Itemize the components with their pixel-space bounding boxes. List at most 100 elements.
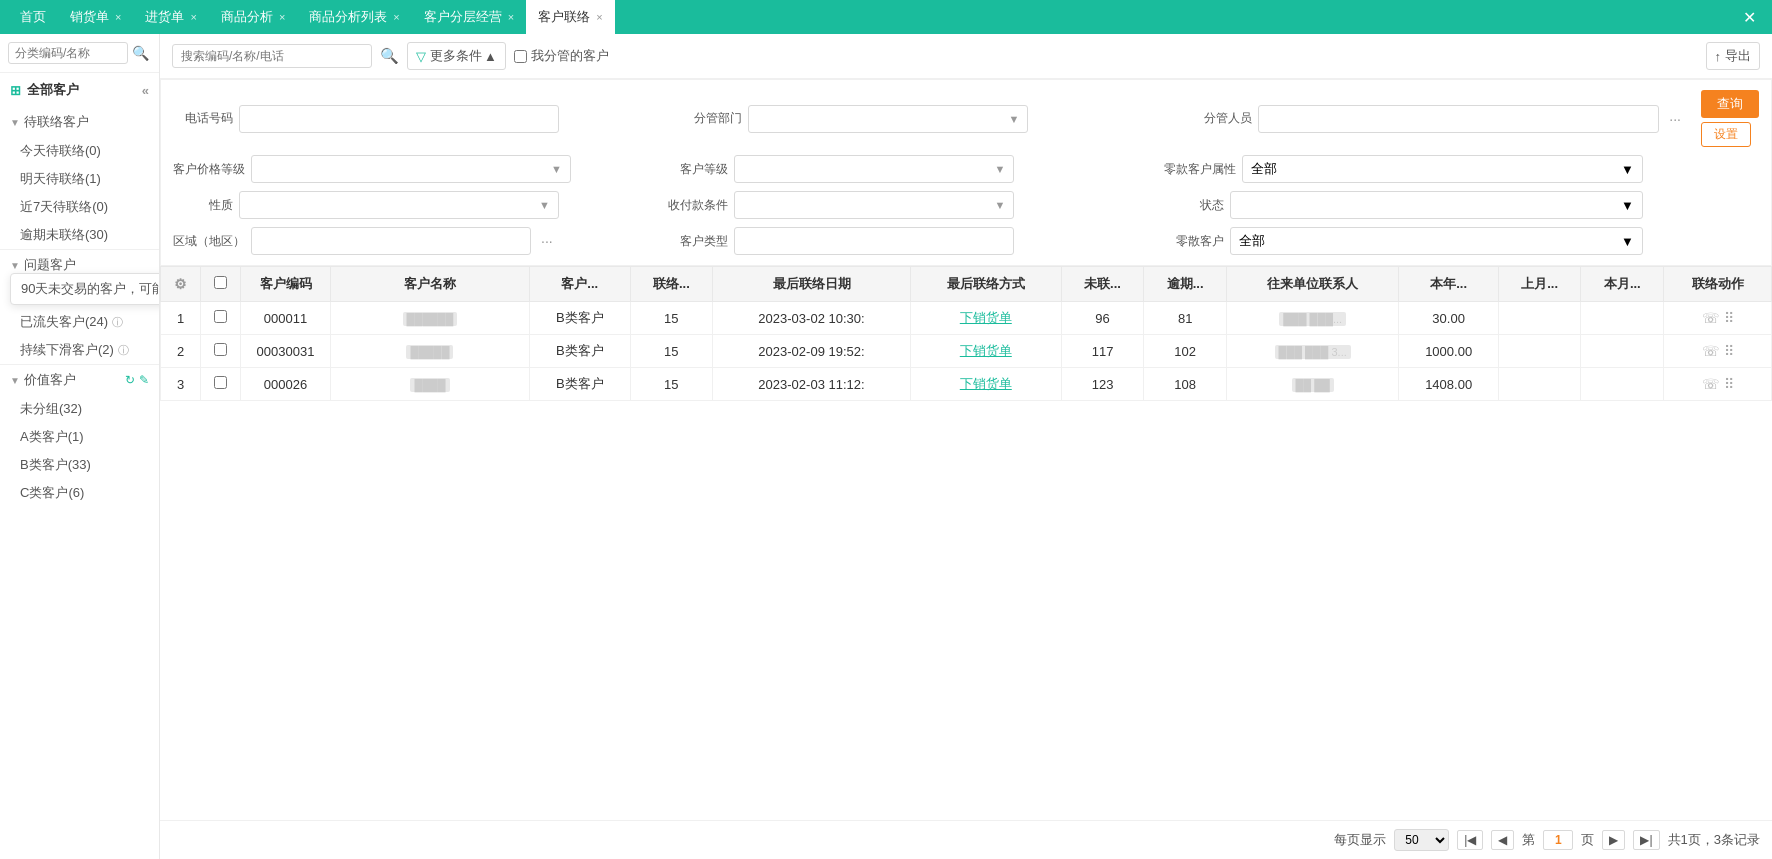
filter-phone-label: 电话号码 — [173, 110, 233, 127]
tab-close-product-analysis[interactable]: × — [279, 11, 285, 23]
filter-customer-type: 客户类型 — [668, 227, 1147, 255]
filter-payment: 收付款条件 ▼ — [668, 191, 1147, 219]
tab-product-analysis[interactable]: 商品分析 × — [209, 0, 297, 34]
tab-close-customer-tier[interactable]: × — [508, 11, 514, 23]
contact-method-link[interactable]: 下销货单 — [960, 343, 1012, 358]
sidebar-group-pending[interactable]: ▼ 待联络客户 — [0, 107, 159, 137]
row-checkbox[interactable] — [214, 343, 227, 356]
filter-status-select[interactable]: ▼ — [1230, 191, 1643, 219]
export-button[interactable]: ↑ 导出 — [1706, 42, 1761, 70]
customer-level-dropdown-icon: ▼ — [994, 163, 1005, 175]
sidebar-item-churned[interactable]: 已流失客户(24) ⓘ — [0, 308, 159, 336]
first-page-button[interactable]: |◀ — [1457, 830, 1483, 850]
problem-customers-section: ▼ 问题客户 90天未交易的客户，可能有流失风险。 — [0, 249, 159, 280]
cell-this-month — [1581, 335, 1664, 368]
sidebar-item-overdue[interactable]: 逾期未联络(30) — [0, 221, 159, 249]
sidebar-search-input[interactable] — [8, 42, 128, 64]
cell-overdue: 108 — [1144, 368, 1227, 401]
action-more-icon[interactable]: ⠿ — [1724, 343, 1734, 359]
cell-checkbox[interactable] — [201, 302, 241, 335]
my-customers-checkbox[interactable] — [514, 50, 527, 63]
tooltip-problem-customers: 90天未交易的客户，可能有流失风险。 — [10, 273, 160, 305]
filter-region-select[interactable] — [251, 227, 531, 255]
filter-region-more[interactable]: ··· — [537, 233, 557, 249]
tab-sales[interactable]: 销货单 × — [58, 0, 133, 34]
filter-payment-select[interactable]: ▼ — [734, 191, 1014, 219]
th-settings[interactable]: ⚙ — [161, 267, 201, 302]
sidebar-search-icon[interactable]: 🔍 — [132, 45, 149, 61]
prev-page-button[interactable]: ◀ — [1491, 830, 1514, 850]
sidebar-item-b-class[interactable]: B类客户(33) — [0, 451, 159, 479]
sidebar-group-value[interactable]: ▼ 价值客户 ↻ ✎ — [0, 364, 159, 395]
filter-customer-type-select[interactable] — [734, 227, 1014, 255]
action-more-icon[interactable]: ⠿ — [1724, 376, 1734, 392]
arrow-value: ▼ — [10, 375, 20, 386]
filter-row-2: 客户价格等级 ▼ 客户等级 ▼ 零款客户属性 全部 — [173, 155, 1759, 183]
th-checkbox[interactable] — [201, 267, 241, 302]
filter-nature-select[interactable]: ▼ — [239, 191, 559, 219]
sidebar-item-a-class[interactable]: A类客户(1) — [0, 423, 159, 451]
refresh-value-icon[interactable]: ↻ — [125, 373, 135, 387]
action-contact-icon[interactable]: ☏ — [1702, 343, 1720, 359]
action-more-icon[interactable]: ⠿ — [1724, 310, 1734, 326]
th-last-contact-date: 最后联络日期 — [713, 267, 911, 302]
more-conditions-button[interactable]: ▽ 更多条件 ▲ — [407, 42, 506, 70]
close-all-button[interactable]: ✕ — [1735, 8, 1764, 27]
filter-payment-label: 收付款条件 — [668, 197, 728, 214]
filter-dept-select[interactable]: ▼ — [748, 105, 1028, 133]
contact-method-link[interactable]: 下销货单 — [960, 310, 1012, 325]
tab-customer-tier[interactable]: 客户分层经营 × — [412, 0, 526, 34]
collapse-icon[interactable]: « — [142, 83, 149, 98]
sidebar-item-ungroup[interactable]: 未分组(32) — [0, 395, 159, 423]
cell-checkbox[interactable] — [201, 335, 241, 368]
cell-this-year: 1000.00 — [1399, 335, 1498, 368]
filter-customer-level-select[interactable]: ▼ — [734, 155, 1014, 183]
sidebar-item-tomorrow[interactable]: 明天待联络(1) — [0, 165, 159, 193]
select-all-checkbox[interactable] — [214, 276, 227, 289]
settings-button[interactable]: 设置 — [1701, 122, 1751, 147]
sidebar-item-7days[interactable]: 近7天待联络(0) — [0, 193, 159, 221]
table-settings-icon[interactable]: ⚙ — [174, 276, 187, 292]
row-checkbox[interactable] — [214, 376, 227, 389]
cell-index: 1 — [161, 302, 201, 335]
page-size-select[interactable]: 50 20 100 — [1394, 829, 1449, 851]
main-search-input[interactable] — [172, 44, 372, 68]
cell-actions: ☏ ⠿ — [1664, 335, 1772, 368]
edit-value-icon[interactable]: ✎ — [139, 373, 149, 387]
query-button[interactable]: 查询 — [1701, 90, 1759, 118]
filter-status: 状态 ▼ — [1164, 191, 1643, 219]
tab-close-customer-contact[interactable]: × — [596, 11, 602, 23]
tab-close-product-list[interactable]: × — [393, 11, 399, 23]
next-page-button[interactable]: ▶ — [1602, 830, 1625, 850]
tab-close-purchase[interactable]: × — [190, 11, 196, 23]
last-page-button[interactable]: ▶| — [1633, 830, 1659, 850]
sidebar-item-declining[interactable]: 持续下滑客户(2) ⓘ — [0, 336, 159, 364]
row-checkbox[interactable] — [214, 310, 227, 323]
cell-last-contact-method: 下销货单 — [910, 335, 1061, 368]
tab-close-sales[interactable]: × — [115, 11, 121, 23]
tab-product-list[interactable]: 商品分析列表 × — [297, 0, 411, 34]
action-contact-icon[interactable]: ☏ — [1702, 310, 1720, 326]
cell-checkbox[interactable] — [201, 368, 241, 401]
filter-person-more[interactable]: ··· — [1665, 111, 1685, 127]
filter-zero-attr-select[interactable]: 全部 ▼ — [1242, 155, 1643, 183]
sidebar-item-today[interactable]: 今天待联络(0) — [0, 137, 159, 165]
tab-customer-contact[interactable]: 客户联络 × — [526, 0, 614, 34]
sidebar-all-customers[interactable]: ⊞ 全部客户 « — [0, 73, 159, 107]
filter-phone-input[interactable] — [239, 105, 559, 133]
contact-method-link[interactable]: 下销货单 — [960, 376, 1012, 391]
sidebar-item-c-class[interactable]: C类客户(6) — [0, 479, 159, 507]
th-this-year: 本年... — [1399, 267, 1498, 302]
tab-purchase[interactable]: 进货单 × — [133, 0, 208, 34]
main-search-button[interactable]: 🔍 — [380, 47, 399, 65]
action-contact-icon[interactable]: ☏ — [1702, 376, 1720, 392]
table-area: ⚙ 客户编码 客户名称 客户... — [160, 266, 1772, 820]
cell-last-contact-date: 2023-02-09 19:52: — [713, 335, 911, 368]
filter-person-select[interactable] — [1258, 105, 1660, 133]
filter-icon: ▽ — [416, 49, 426, 64]
tab-home[interactable]: 首页 — [8, 8, 58, 26]
filter-region-label: 区域（地区） — [173, 233, 245, 250]
filter-actions: 查询 设置 — [1701, 90, 1759, 147]
filter-price-level-select[interactable]: ▼ — [251, 155, 571, 183]
filter-zero-customer-select[interactable]: 全部 ▼ — [1230, 227, 1643, 255]
